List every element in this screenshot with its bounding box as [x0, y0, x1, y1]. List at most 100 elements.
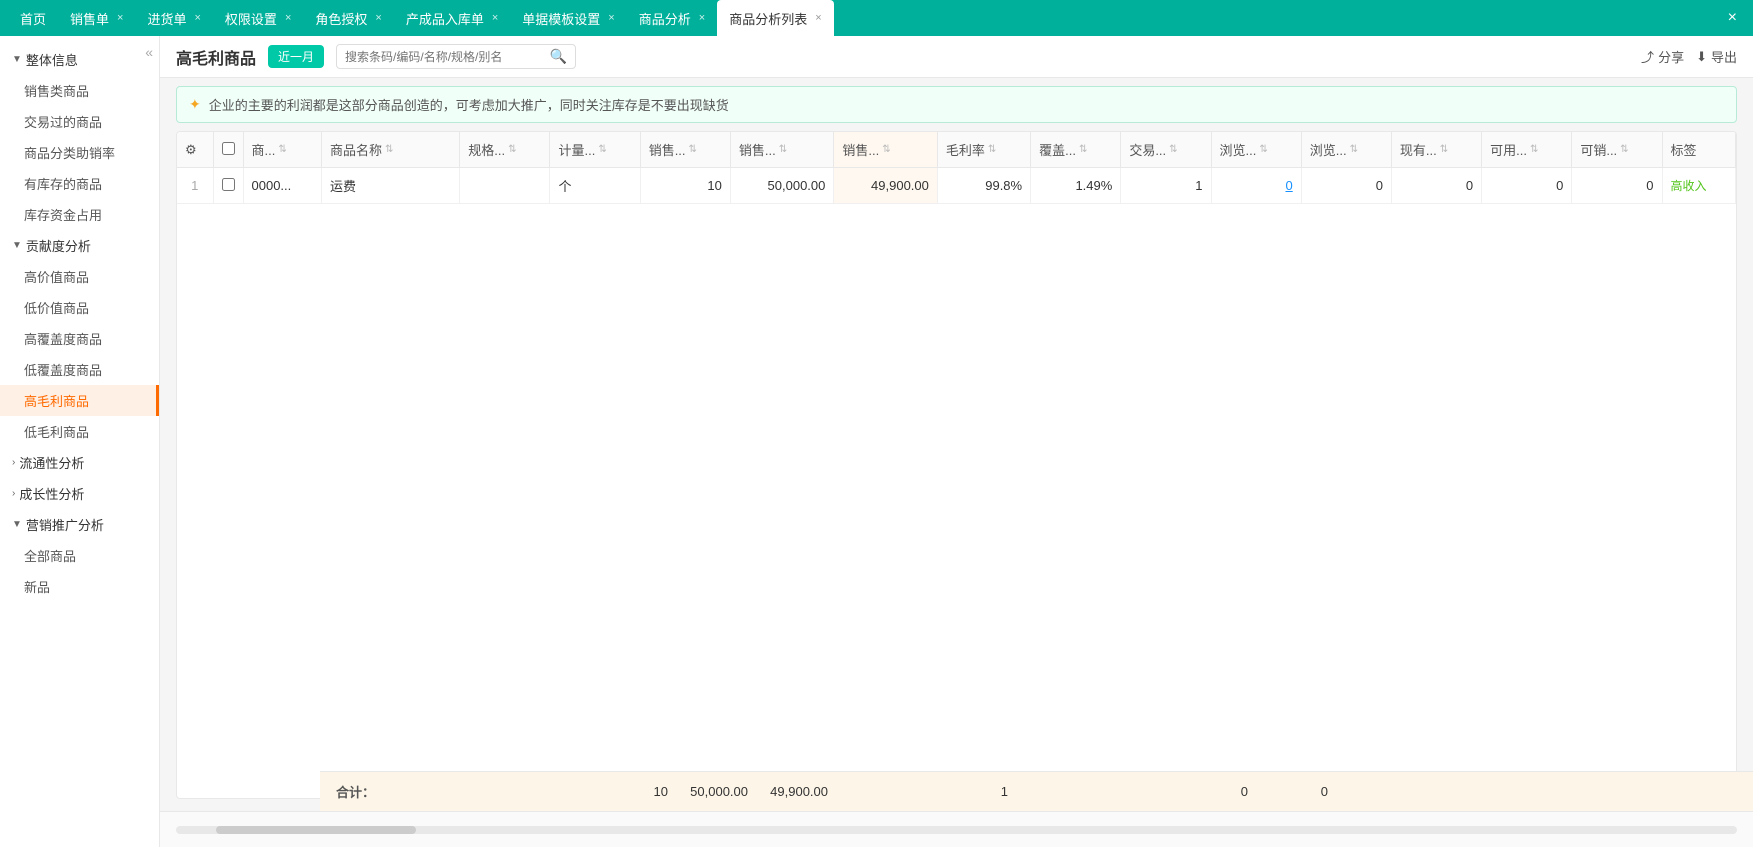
tab-permission[interactable]: 权限设置 × — [213, 0, 303, 36]
sidebar-item-high-margin[interactable]: 高毛利商品 — [0, 385, 159, 416]
sidebar-collapse-button[interactable]: « — [145, 44, 153, 60]
tab-product-entry[interactable]: 产成品入库单 × — [394, 0, 510, 36]
sidebar-item-low-margin[interactable]: 低毛利商品 — [0, 416, 159, 447]
col-stock-available[interactable]: 可用... ⇅ — [1482, 132, 1572, 168]
row-index: 1 — [177, 168, 213, 204]
col-browse2[interactable]: 浏览... ⇅ — [1301, 132, 1391, 168]
sidebar-group-marketing[interactable]: ▼ 营销推广分析 — [0, 509, 159, 540]
sort-icon-sales-qty: ⇅ — [689, 144, 697, 155]
row-spec — [460, 168, 550, 204]
tab-permission-close[interactable]: × — [285, 12, 291, 24]
sidebar-item-high-coverage[interactable]: 高覆盖度商品 — [0, 323, 159, 354]
sidebar-item-stock-capital[interactable]: 库存资金占用 — [0, 199, 159, 230]
sort-icon-spec: ⇅ — [508, 144, 516, 155]
footer-browse2 — [1096, 784, 1176, 799]
footer-spacer2 — [836, 784, 936, 799]
tab-product-analysis[interactable]: 商品分析 × — [627, 0, 717, 36]
col-browse1[interactable]: 浏览... ⇅ — [1211, 132, 1301, 168]
time-filter-button[interactable]: 近一月 — [268, 45, 324, 68]
footer-label: 合计： — [336, 782, 396, 801]
sidebar-group-marketing-label: 营销推广分析 — [26, 515, 104, 534]
sidebar-group-marketing-arrow: ▼ — [12, 519, 22, 530]
sidebar-item-low-coverage[interactable]: 低覆盖度商品 — [0, 354, 159, 385]
sort-icon-name: ⇅ — [385, 144, 393, 155]
tab-product-analysis-label: 商品分析 — [639, 9, 691, 28]
select-all-checkbox[interactable] — [222, 142, 235, 155]
sidebar-item-sales-goods[interactable]: 销售类商品 — [0, 75, 159, 106]
sidebar-item-high-value[interactable]: 高价值商品 — [0, 261, 159, 292]
tab-role[interactable]: 角色授权 × — [303, 0, 393, 36]
row-tag: 高收入 — [1662, 168, 1735, 204]
col-unit[interactable]: 计量... ⇅ — [550, 132, 640, 168]
col-settings[interactable]: ⚙ — [177, 132, 213, 168]
row-unit: 个 — [550, 168, 640, 204]
data-table-container: ⚙ 商... ⇅ 商品名称 — [176, 131, 1737, 799]
share-button[interactable]: ⤴ 分享 — [1641, 47, 1684, 66]
col-stock-sale[interactable]: 可销... ⇅ — [1572, 132, 1662, 168]
tab-sales[interactable]: 销售单 × — [58, 0, 135, 36]
settings-icon: ⚙ — [185, 142, 197, 157]
col-gross-margin[interactable]: 毛利率 ⇅ — [937, 132, 1030, 168]
col-sales-qty[interactable]: 销售... ⇅ — [640, 132, 730, 168]
content-header: 高毛利商品 近一月 🔍 ⤴ 分享 ⬇ 导出 — [160, 36, 1753, 78]
col-spec[interactable]: 规格... ⇅ — [460, 132, 550, 168]
tab-home[interactable]: 首页 — [8, 0, 58, 36]
sidebar-group-growth[interactable]: › 成长性分析 — [0, 478, 159, 509]
sidebar-group-contribution[interactable]: ▼ 贡献度分析 — [0, 230, 159, 261]
sort-icon-stock-current: ⇅ — [1440, 144, 1448, 155]
tab-sales-close[interactable]: × — [117, 12, 123, 24]
col-code[interactable]: 商... ⇅ — [243, 132, 322, 168]
sidebar-item-traded-goods[interactable]: 交易过的商品 — [0, 106, 159, 137]
tab-template-close[interactable]: × — [608, 12, 614, 24]
tab-product-entry-close[interactable]: × — [492, 12, 498, 24]
window-close-button[interactable]: × — [1720, 9, 1745, 27]
tab-purchase[interactable]: 进货单 × — [135, 0, 212, 36]
row-stock-current: 0 — [1391, 168, 1481, 204]
sidebar-group-flow[interactable]: › 流通性分析 — [0, 447, 159, 478]
col-coverage[interactable]: 覆盖... ⇅ — [1031, 132, 1121, 168]
tab-purchase-close[interactable]: × — [194, 12, 200, 24]
horizontal-scrollbar-thumb[interactable] — [216, 826, 416, 834]
tab-product-analysis-list[interactable]: 商品分析列表 × — [717, 0, 833, 36]
header-actions: ⤴ 分享 ⬇ 导出 — [1641, 47, 1737, 66]
footer-values: 10 50,000.00 49,900.00 1 0 0 — [396, 784, 1737, 799]
col-tag: 标签 — [1662, 132, 1735, 168]
row-sales-profit: 49,900.00 — [834, 168, 938, 204]
col-sales-amount[interactable]: 销售... ⇅ — [730, 132, 834, 168]
tab-role-close[interactable]: × — [375, 12, 381, 24]
sidebar-group-contribution-label: 贡献度分析 — [26, 236, 91, 255]
row-sales-amount: 50,000.00 — [730, 168, 834, 204]
sort-icon-gross-margin: ⇅ — [988, 144, 996, 155]
sidebar-group-overall-arrow: ▼ — [12, 54, 22, 65]
sidebar-item-new-goods[interactable]: 新品 — [0, 571, 159, 602]
sidebar-group-growth-label: 成长性分析 — [19, 484, 84, 503]
col-transaction[interactable]: 交易... ⇅ — [1121, 132, 1211, 168]
col-name[interactable]: 商品名称 ⇅ — [322, 132, 460, 168]
tab-sales-label: 销售单 — [70, 9, 109, 28]
sort-icon-transaction: ⇅ — [1169, 144, 1177, 155]
row-coverage: 1.49% — [1031, 168, 1121, 204]
export-button[interactable]: ⬇ 导出 — [1696, 47, 1737, 66]
col-sales-profit[interactable]: 销售... ⇅ — [834, 132, 938, 168]
row-checkbox[interactable] — [222, 178, 235, 191]
sidebar-group-growth-arrow: › — [12, 488, 15, 499]
data-table: ⚙ 商... ⇅ 商品名称 — [177, 132, 1736, 204]
tab-product-analysis-list-close[interactable]: × — [815, 12, 821, 24]
tab-template[interactable]: 单据模板设置 × — [510, 0, 626, 36]
search-input[interactable] — [345, 50, 546, 64]
sort-icon-browse1: ⇅ — [1259, 144, 1267, 155]
export-icon: ⬇ — [1696, 49, 1707, 65]
info-icon: ✦ — [189, 96, 201, 113]
tab-product-analysis-close[interactable]: × — [699, 12, 705, 24]
sidebar-group-overall[interactable]: ▼ 整体信息 — [0, 44, 159, 75]
footer-stock-available: 0 — [1256, 784, 1336, 799]
horizontal-scrollbar-track[interactable] — [176, 826, 1737, 834]
sidebar-item-all-goods[interactable]: 全部商品 — [0, 540, 159, 571]
col-stock-current[interactable]: 现有... ⇅ — [1391, 132, 1481, 168]
sidebar-item-low-value[interactable]: 低价值商品 — [0, 292, 159, 323]
sort-icon-stock-available: ⇅ — [1530, 144, 1538, 155]
sidebar-item-in-stock[interactable]: 有库存的商品 — [0, 168, 159, 199]
sidebar-item-category-rate[interactable]: 商品分类助销率 — [0, 137, 159, 168]
share-icon: ⤴ — [1641, 47, 1654, 66]
search-icon[interactable]: 🔍 — [550, 48, 567, 65]
